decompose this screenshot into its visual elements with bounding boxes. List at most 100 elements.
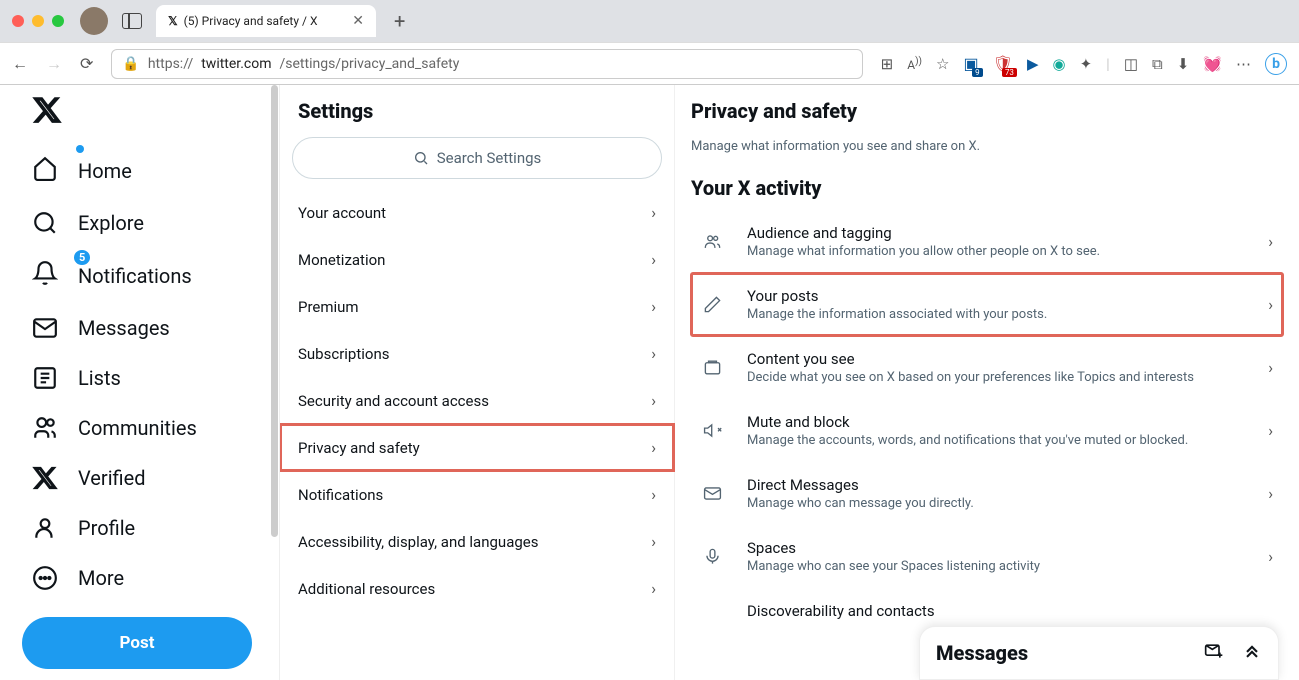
nav-label: More [78,566,124,590]
app-icon[interactable]: ⊞ [881,55,894,73]
browser-tab[interactable]: 𝕏 (5) Privacy and safety / X ✕ [156,5,376,37]
detail-subheading: Manage what information you see and shar… [691,139,1283,154]
item-audience-tagging[interactable]: Audience and taggingManage what informat… [691,210,1283,273]
search-placeholder: Search Settings [437,149,542,167]
mute-icon [701,421,723,440]
chevron-right-icon: › [651,485,656,504]
settings-heading: Settings [280,99,674,137]
articles-icon [701,358,723,377]
x-favicon: 𝕏 [168,14,178,28]
extension-1-icon[interactable]: ▣9 [964,54,979,73]
settings-monetization[interactable]: Monetization› [280,236,674,283]
settings-notifications[interactable]: Notifications› [280,471,674,518]
new-message-icon[interactable] [1204,641,1224,665]
expand-drawer-icon[interactable] [1242,641,1262,665]
page-body: Home Explore 5 Notifications Messages Li… [0,85,1299,680]
item-content-you-see[interactable]: Content you seeDecide what you see on X … [691,336,1283,399]
chevron-right-icon: › [1268,232,1273,251]
settings-privacy-safety[interactable]: Privacy and safety› [280,424,674,471]
forward-button: → [46,54,62,74]
profile-avatar[interactable] [80,7,108,35]
settings-column: Settings Search Settings Your account› M… [280,85,675,680]
settings-additional[interactable]: Additional resources› [280,565,674,612]
post-button[interactable]: Post [22,617,252,669]
chevron-right-icon: › [651,344,656,363]
settings-premium[interactable]: Premium› [280,283,674,330]
settings-your-account[interactable]: Your account› [280,189,674,236]
minimize-window-icon[interactable] [32,15,44,27]
refresh-button[interactable]: ⟳ [80,54,93,73]
chevron-right-icon: › [651,532,656,551]
nav-explore[interactable]: Explore [22,198,269,248]
url-path: /settings/privacy_and_safety [280,56,460,72]
chevron-right-icon: › [651,438,656,457]
performance-icon[interactable]: 💓 [1203,55,1222,73]
settings-subscriptions[interactable]: Subscriptions› [280,330,674,377]
chevron-right-icon: › [1268,484,1273,503]
collections-icon[interactable]: ⧉ [1152,55,1163,73]
nav-messages[interactable]: Messages [22,303,269,353]
maximize-window-icon[interactable] [52,15,64,27]
browser-chrome: 𝕏 (5) Privacy and safety / X ✕ + ← → ⟳ 🔒… [0,0,1299,85]
chevron-right-icon: › [651,203,656,222]
extensions-menu-icon[interactable]: ✦ [1080,55,1093,73]
chevron-right-icon: › [1268,358,1273,377]
chevron-right-icon: › [1268,421,1273,440]
extension-4-icon[interactable]: ◉ [1052,55,1065,73]
messages-drawer[interactable]: Messages [919,626,1279,680]
back-button[interactable]: ← [12,54,28,74]
item-spaces[interactable]: SpacesManage who can see your Spaces lis… [691,525,1283,588]
lock-icon: 🔒 [122,56,139,72]
item-your-posts[interactable]: Your postsManage the information associa… [691,273,1283,336]
traffic-lights [12,15,64,27]
messages-drawer-label: Messages [936,641,1204,665]
nav-label: Notifications [78,264,192,288]
nav-label: Messages [78,316,170,340]
chevron-right-icon: › [1268,295,1273,314]
downloads-icon[interactable]: ⬇ [1177,55,1190,73]
close-tab-icon[interactable]: ✕ [352,13,364,29]
nav-more[interactable]: More [22,553,269,603]
favorite-icon[interactable]: ☆ [936,55,949,73]
title-bar: 𝕏 (5) Privacy and safety / X ✕ + [0,0,1299,42]
envelope-icon [701,484,723,503]
url-toolbar: ← → ⟳ 🔒 https://twitter.com/settings/pri… [0,42,1299,84]
detail-heading: Privacy and safety [691,99,1283,123]
new-tab-button[interactable]: + [394,9,405,33]
chevron-right-icon: › [651,579,656,598]
mic-icon [701,547,723,566]
split-screen-icon[interactable]: ◫ [1124,55,1138,73]
settings-accessibility[interactable]: Accessibility, display, and languages› [280,518,674,565]
settings-security[interactable]: Security and account access› [280,377,674,424]
x-logo[interactable] [32,95,269,129]
nav-verified[interactable]: Verified [22,453,269,503]
nav-label: Communities [78,416,197,440]
nav-notifications[interactable]: 5 Notifications [22,248,269,303]
more-menu-icon[interactable]: ⋯ [1236,55,1251,73]
nav-profile[interactable]: Profile [22,503,269,553]
toolbar-extensions: ⊞ A)) ☆ ▣9 🛡73 ▶ ◉ ✦ | ◫ ⧉ ⬇ 💓 ⋯ b [881,53,1287,75]
search-settings-input[interactable]: Search Settings [292,137,662,179]
bing-icon[interactable]: b [1265,53,1287,75]
pencil-icon [701,295,723,314]
chevron-right-icon: › [651,391,656,410]
left-nav-rail: Home Explore 5 Notifications Messages Li… [0,85,280,680]
nav-label: Lists [78,366,121,390]
extension-3-icon[interactable]: ▶ [1027,55,1039,73]
nav-lists[interactable]: Lists [22,353,269,403]
item-mute-block[interactable]: Mute and blockManage the accounts, words… [691,399,1283,462]
url-prefix: https:// [148,56,193,72]
read-aloud-icon[interactable]: A)) [907,56,922,72]
tab-overview-icon[interactable] [122,13,142,29]
nav-home[interactable]: Home [22,143,269,198]
nav-label: Profile [78,516,135,540]
extension-2-icon[interactable]: 🛡73 [993,54,1013,73]
nav-label: Explore [78,211,144,235]
left-scrollbar[interactable] [269,85,279,680]
item-direct-messages[interactable]: Direct MessagesManage who can message yo… [691,462,1283,525]
detail-column: Privacy and safety Manage what informati… [675,85,1299,680]
nav-communities[interactable]: Communities [22,403,269,453]
close-window-icon[interactable] [12,15,24,27]
address-bar[interactable]: 🔒 https://twitter.com/settings/privacy_a… [111,49,862,79]
chevron-right-icon: › [651,297,656,316]
